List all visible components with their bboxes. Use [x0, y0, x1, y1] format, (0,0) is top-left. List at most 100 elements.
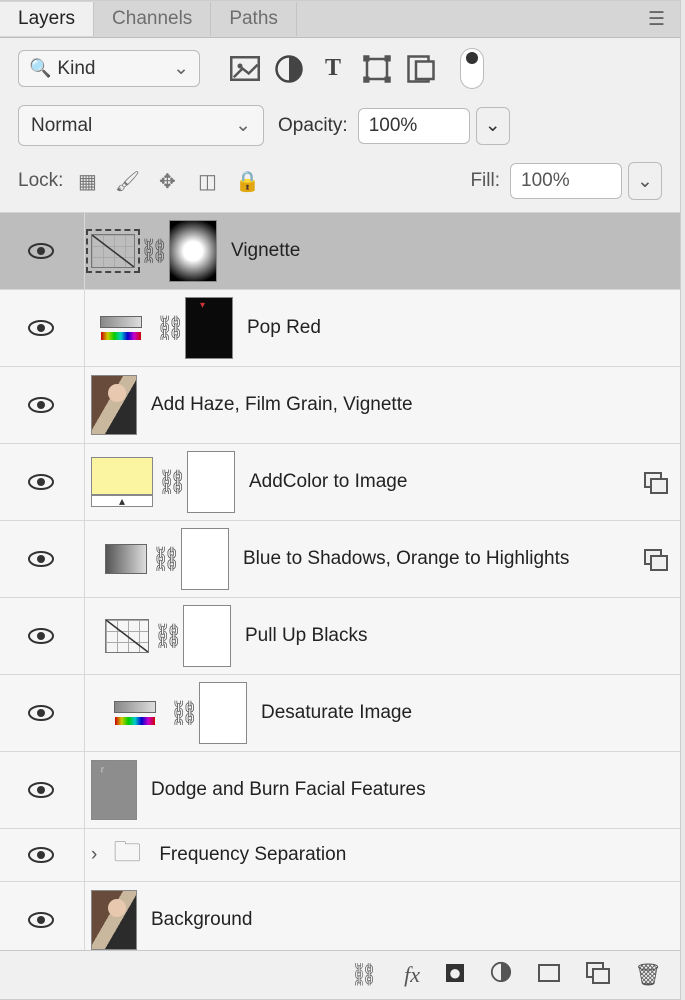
- link-icon[interactable]: ⛓: [169, 699, 195, 728]
- layer-thumb[interactable]: [91, 375, 137, 435]
- layer-mask-thumb[interactable]: [169, 220, 217, 282]
- layers-panel: Layers Channels Paths ☰ 🔍 Kind ⌄ T: [0, 0, 681, 1000]
- visibility-eye-icon[interactable]: [27, 845, 57, 865]
- visibility-eye-icon[interactable]: [27, 703, 57, 723]
- link-layers-icon[interactable]: ⛓: [350, 962, 378, 988]
- opacity-dropdown[interactable]: ⌄: [476, 107, 510, 145]
- visibility-eye-icon[interactable]: [27, 549, 57, 569]
- link-icon[interactable]: ⛓: [139, 237, 165, 266]
- adjustment-thumb-hue[interactable]: [91, 298, 151, 358]
- layer-row[interactable]: ⛓ AddColor to Image: [0, 444, 680, 521]
- layer-name[interactable]: AddColor to Image: [249, 471, 644, 493]
- filter-kind-label: Kind: [57, 58, 95, 80]
- blend-row: Normal ⌄ Opacity: 100% ⌄: [0, 99, 680, 154]
- fx-icon[interactable]: fx: [404, 962, 420, 988]
- lock-all-icon[interactable]: 🔒: [233, 169, 261, 194]
- clipping-indicator-icon: [644, 549, 666, 569]
- layer-mask-thumb[interactable]: [181, 528, 229, 590]
- layer-row[interactable]: Add Haze, Film Grain, Vignette: [0, 367, 680, 444]
- visibility-eye-icon[interactable]: [27, 780, 57, 800]
- layer-name[interactable]: Blue to Shadows, Orange to Highlights: [243, 548, 644, 570]
- filter-row: 🔍 Kind ⌄ T: [0, 38, 680, 99]
- link-icon[interactable]: ⛓: [157, 468, 183, 497]
- new-adjustment-icon[interactable]: [490, 961, 512, 989]
- clipping-indicator-icon: [644, 472, 666, 492]
- layer-row[interactable]: ⛓ Desaturate Image: [0, 675, 680, 752]
- link-icon[interactable]: ⛓: [151, 545, 177, 574]
- layer-row[interactable]: ⛓ Vignette: [0, 213, 680, 290]
- layer-row[interactable]: ⛓ ▾ Pop Red: [0, 290, 680, 367]
- layer-mask-thumb[interactable]: [187, 451, 235, 513]
- adjustment-thumb-gradientmap[interactable]: [105, 544, 147, 574]
- tab-layers[interactable]: Layers: [0, 2, 94, 36]
- layer-name[interactable]: Add Haze, Film Grain, Vignette: [151, 394, 666, 416]
- layer-mask-thumb[interactable]: [199, 682, 247, 744]
- layer-row[interactable]: ⛓ Pull Up Blacks: [0, 598, 680, 675]
- visibility-eye-icon[interactable]: [27, 626, 57, 646]
- expand-chevron-icon[interactable]: ›: [91, 844, 97, 866]
- new-group-icon[interactable]: [538, 962, 560, 988]
- chevron-down-icon: ⌄: [173, 57, 189, 80]
- lock-position-icon[interactable]: ✥: [153, 169, 181, 194]
- filter-pixel-icon[interactable]: [230, 56, 260, 82]
- layer-name[interactable]: Frequency Separation: [159, 844, 666, 866]
- lock-paint-icon[interactable]: 🖌: [113, 169, 141, 194]
- layer-row[interactable]: ⛓ Blue to Shadows, Orange to Highlights: [0, 521, 680, 598]
- layer-name[interactable]: Pull Up Blacks: [245, 625, 666, 647]
- filter-type-icon[interactable]: T: [318, 56, 348, 82]
- tab-paths[interactable]: Paths: [211, 2, 297, 36]
- layer-mask-thumb[interactable]: [183, 605, 231, 667]
- filter-shape-icon[interactable]: [362, 56, 392, 82]
- link-icon[interactable]: ⛓: [155, 314, 181, 343]
- visibility-eye-icon[interactable]: [27, 472, 57, 492]
- opacity-value: 100%: [369, 115, 418, 137]
- blend-mode-value: Normal: [31, 115, 92, 137]
- panel-menu-icon[interactable]: ☰: [634, 8, 680, 31]
- link-icon[interactable]: ⛓: [153, 622, 179, 651]
- trash-icon[interactable]: 🗑: [634, 962, 662, 988]
- fill-input[interactable]: 100%: [510, 163, 622, 199]
- panel-tabs: Layers Channels Paths ☰: [0, 1, 680, 38]
- layer-name[interactable]: Dodge and Burn Facial Features: [151, 779, 666, 801]
- visibility-eye-icon[interactable]: [27, 241, 57, 261]
- filter-smartobject-icon[interactable]: [406, 56, 436, 82]
- layer-name[interactable]: Background: [151, 909, 666, 931]
- add-mask-icon[interactable]: ●: [446, 962, 464, 988]
- filter-kind-select[interactable]: 🔍 Kind ⌄: [18, 50, 200, 87]
- visibility-eye-icon[interactable]: [27, 910, 57, 930]
- fill-label: Fill:: [470, 170, 500, 192]
- opacity-input[interactable]: 100%: [358, 108, 470, 144]
- fill-value: 100%: [521, 170, 570, 192]
- layer-name[interactable]: Vignette: [231, 240, 666, 262]
- lock-transparency-icon[interactable]: ▦: [73, 169, 101, 194]
- layer-name[interactable]: Pop Red: [247, 317, 666, 339]
- layer-mask-thumb[interactable]: ▾: [185, 297, 233, 359]
- blend-mode-select[interactable]: Normal ⌄: [18, 105, 264, 146]
- layer-row[interactable]: Background: [0, 882, 680, 950]
- lock-row: Lock: ▦ 🖌 ✥ ◫ 🔒 Fill: 100% ⌄: [0, 154, 680, 212]
- fill-dropdown[interactable]: ⌄: [628, 162, 662, 200]
- adjustment-thumb-curves[interactable]: [105, 619, 149, 653]
- visibility-eye-icon[interactable]: [27, 318, 57, 338]
- adjustment-thumb-solidcolor[interactable]: [91, 457, 153, 507]
- chevron-down-icon: ⌄: [235, 114, 251, 137]
- new-layer-icon[interactable]: [586, 962, 608, 988]
- layer-thumb[interactable]: ⸢: [91, 760, 137, 820]
- search-icon: 🔍: [29, 58, 51, 79]
- adjustment-thumb-hue[interactable]: [105, 683, 165, 743]
- tab-channels[interactable]: Channels: [94, 2, 211, 36]
- lock-label: Lock:: [18, 170, 63, 192]
- layer-name[interactable]: Desaturate Image: [261, 702, 666, 724]
- lock-artboard-icon[interactable]: ◫: [193, 169, 221, 194]
- adjustment-thumb-curves[interactable]: [91, 234, 135, 268]
- layers-list: ⛓ Vignette ⛓ ▾ Pop Red Add Haze, Film Gr…: [0, 212, 680, 950]
- layer-group-row[interactable]: › 🗀 Frequency Separation: [0, 829, 680, 882]
- layers-footer: ⛓ fx ● 🗑: [0, 950, 680, 999]
- layer-row[interactable]: ⸢ Dodge and Burn Facial Features: [0, 752, 680, 829]
- visibility-eye-icon[interactable]: [27, 395, 57, 415]
- folder-icon: 🗀: [109, 840, 145, 870]
- layer-thumb[interactable]: [91, 890, 137, 950]
- filter-adjustment-icon[interactable]: [274, 56, 304, 82]
- filter-toggle[interactable]: [460, 48, 484, 89]
- opacity-label: Opacity:: [278, 115, 348, 137]
